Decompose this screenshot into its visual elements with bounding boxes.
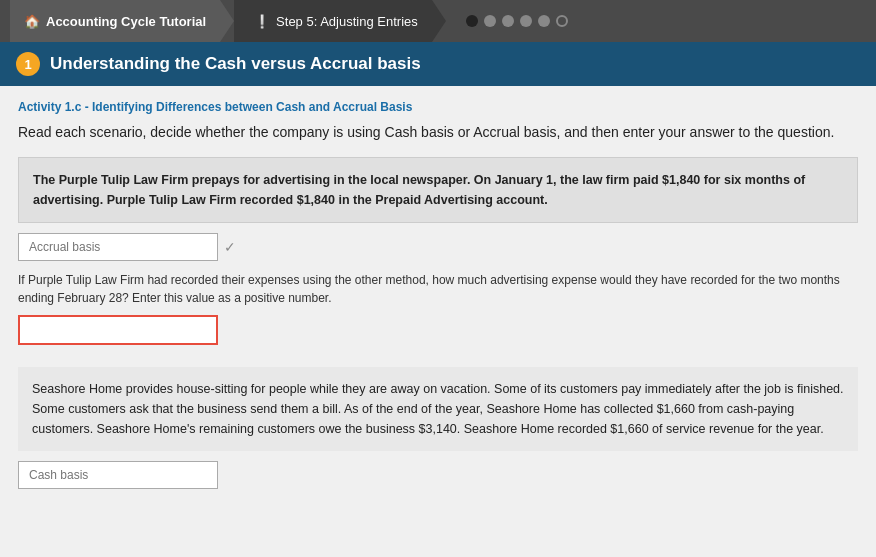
- nav-step-label: Step 5: Adjusting Entries: [276, 14, 418, 29]
- scenario2-answer-input[interactable]: [18, 461, 218, 489]
- scenario2-text: Seashore Home provides house-sitting for…: [32, 382, 844, 436]
- progress-dot-1: [466, 15, 478, 27]
- progress-dot-2: [484, 15, 496, 27]
- instruction-text: Read each scenario, decide whether the c…: [18, 122, 858, 143]
- followup-text: If Purple Tulip Law Firm had recorded th…: [18, 271, 858, 307]
- scenario2-box: Seashore Home provides house-sitting for…: [18, 367, 858, 451]
- progress-dot-4: [520, 15, 532, 27]
- main-content: Activity 1.c - Identifying Differences b…: [0, 86, 876, 557]
- followup-answer-input[interactable]: [18, 315, 218, 345]
- activity-title: Activity 1.c - Identifying Differences b…: [18, 100, 858, 114]
- section-header: 1 Understanding the Cash versus Accrual …: [0, 42, 876, 86]
- section-title: Understanding the Cash versus Accrual ba…: [50, 54, 421, 74]
- progress-dot-5: [538, 15, 550, 27]
- divider: [18, 355, 858, 367]
- scenario1-box: The Purple Tulip Law Firm prepays for ad…: [18, 157, 858, 223]
- nav-arrow-1: [220, 0, 234, 42]
- followup-answer-row: [18, 315, 858, 345]
- home-icon: 🏠: [24, 14, 40, 29]
- warning-icon: ❕: [254, 14, 270, 29]
- scenario2-answer-row: [18, 461, 858, 489]
- progress-dot-6: [556, 15, 568, 27]
- progress-dots: [466, 15, 568, 27]
- scenario1-answer-row: ✓: [18, 233, 858, 261]
- nav-arrow-2: [432, 0, 446, 42]
- nav-home-label: Accounting Cycle Tutorial: [46, 14, 206, 29]
- scenario1-text: The Purple Tulip Law Firm prepays for ad…: [33, 173, 805, 207]
- nav-home-button[interactable]: 🏠 Accounting Cycle Tutorial: [10, 0, 220, 42]
- progress-dot-3: [502, 15, 514, 27]
- section-number: 1: [16, 52, 40, 76]
- top-nav: 🏠 Accounting Cycle Tutorial ❕ Step 5: Ad…: [0, 0, 876, 42]
- check-icon-1: ✓: [224, 239, 236, 255]
- scenario1-answer-input[interactable]: [18, 233, 218, 261]
- nav-step-button[interactable]: ❕ Step 5: Adjusting Entries: [234, 0, 432, 42]
